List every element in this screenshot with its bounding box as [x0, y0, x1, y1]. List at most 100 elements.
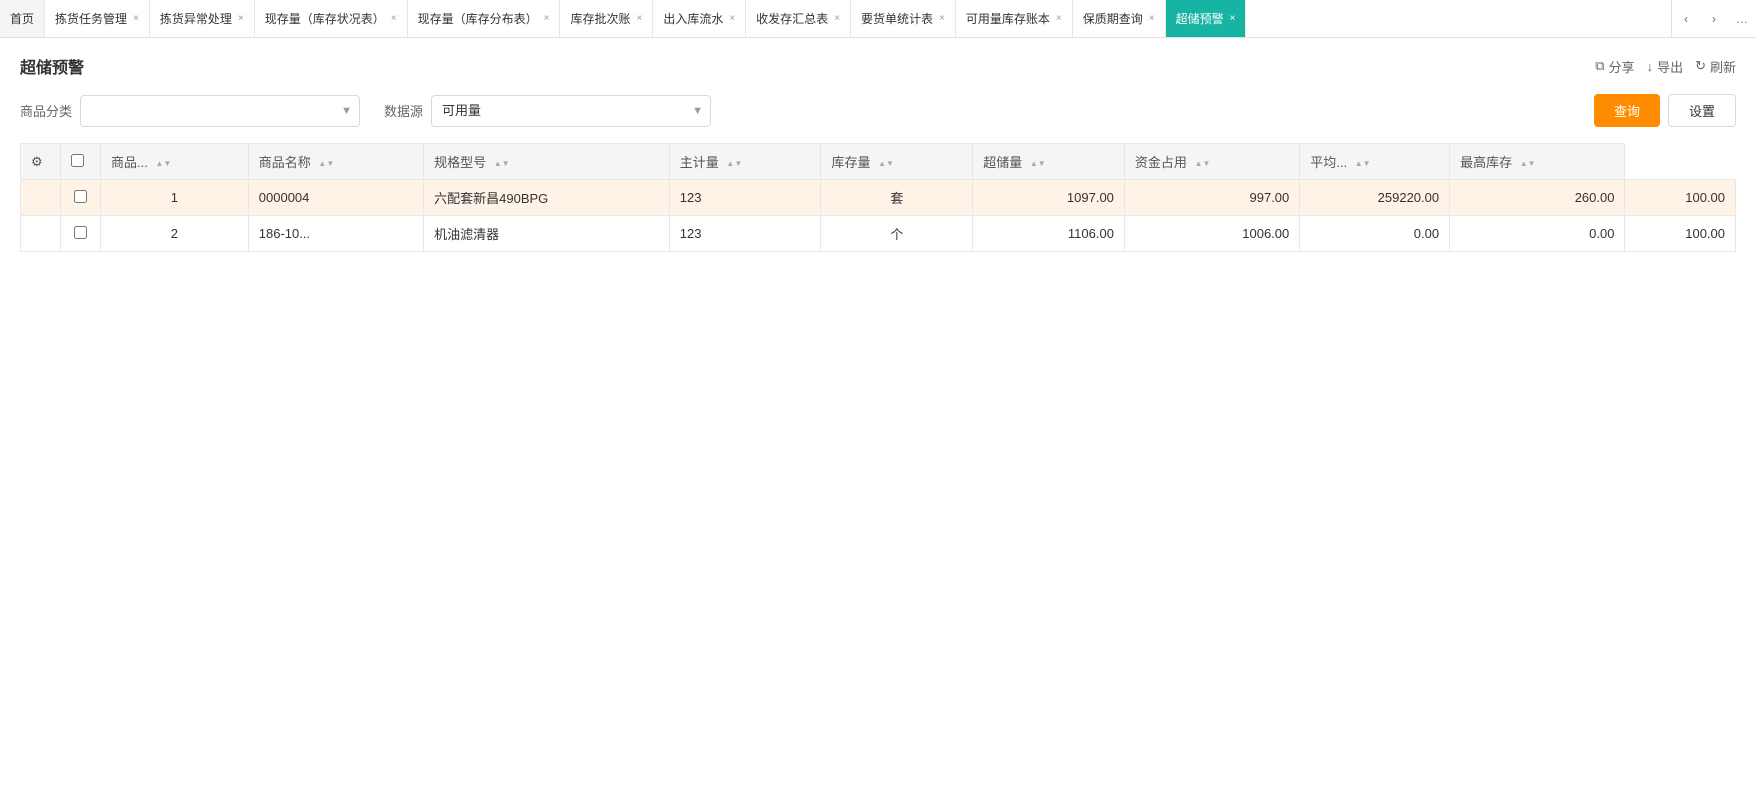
- page-header: 超储预警 ⧉ 分享 ↓ 导出 ↻ 刷新: [20, 54, 1736, 78]
- tab-recv-summary[interactable]: 收发存汇总表×: [746, 0, 851, 37]
- tab-close-quality[interactable]: ×: [1149, 13, 1155, 24]
- sort-icon-capital: ▲▼: [1195, 160, 1211, 168]
- category-label: 商品分类: [20, 101, 72, 120]
- td-num-0: 1: [101, 180, 249, 216]
- th-checkbox: [61, 144, 101, 180]
- tab-home[interactable]: 首页: [0, 0, 45, 37]
- td-capital-0: 259220.00: [1300, 180, 1450, 216]
- td-spec-1: 123: [669, 216, 821, 252]
- td-product-code-0: 0000004: [248, 180, 423, 216]
- td-spec-0: 123: [669, 180, 821, 216]
- datasource-select[interactable]: 可用量 库存量: [431, 95, 711, 127]
- th-unit: 主计量 ▲▼: [669, 144, 821, 180]
- nav-more-button[interactable]: …: [1728, 0, 1756, 37]
- th-max-stock-label: 最高库存: [1460, 155, 1512, 170]
- tab-close-order-stats[interactable]: ×: [939, 13, 945, 24]
- th-spec: 规格型号 ▲▼: [424, 144, 670, 180]
- table-row: 2186-10...机油滤清器123个1106.001006.000.000.0…: [21, 216, 1736, 252]
- sort-icon-product-name: ▲▼: [318, 160, 334, 168]
- nav-arrows: ‹ › …: [1671, 0, 1756, 37]
- export-button[interactable]: ↓ 导出: [1647, 57, 1684, 76]
- td-max-stock-0: 100.00: [1625, 180, 1736, 216]
- th-inventory: 库存量 ▲▼: [821, 144, 973, 180]
- main-content: 超储预警 ⧉ 分享 ↓ 导出 ↻ 刷新 商品分类 ▼: [0, 38, 1756, 800]
- th-gear: ⚙: [21, 144, 61, 180]
- td-unit-0: 套: [821, 180, 973, 216]
- refresh-button[interactable]: ↻ 刷新: [1695, 57, 1736, 76]
- table-header-row: ⚙ 商品... ▲▼ 商品名称 ▲▼ 规格型号 ▲▼ 主计: [21, 144, 1736, 180]
- export-icon: ↓: [1647, 59, 1654, 74]
- sort-icon-inventory: ▲▼: [878, 160, 894, 168]
- tab-batch[interactable]: 库存批次账×: [560, 0, 653, 37]
- filter-bar: 商品分类 ▼ 数据源 可用量 库存量 ▼ 查询 设置: [20, 94, 1736, 127]
- sort-icon-max-stock: ▲▼: [1520, 160, 1536, 168]
- share-button[interactable]: ⧉ 分享: [1595, 57, 1634, 76]
- tab-list: 首页拣货任务管理×拣货异常处理×现存量（库存状况表）×现存量（库存分布表）×库存…: [0, 0, 1671, 37]
- tab-close-abnormal[interactable]: ×: [238, 13, 244, 24]
- tab-quality[interactable]: 保质期查询×: [1073, 0, 1166, 37]
- share-label: 分享: [1609, 57, 1635, 76]
- row-checkbox-0[interactable]: [74, 190, 87, 203]
- td-avg-1: 0.00: [1450, 216, 1625, 252]
- tab-order-stats[interactable]: 要货单统计表×: [851, 0, 956, 37]
- tab-inventory-dist[interactable]: 现存量（库存分布表）×: [408, 0, 561, 37]
- header-actions: ⧉ 分享 ↓ 导出 ↻ 刷新: [1595, 57, 1736, 76]
- page-title: 超储预警: [20, 54, 84, 78]
- td-capital-1: 0.00: [1300, 216, 1450, 252]
- td-max-stock-1: 100.00: [1625, 216, 1736, 252]
- tab-close-inventory-status[interactable]: ×: [391, 13, 397, 24]
- tab-abnormal[interactable]: 拣货异常处理×: [150, 0, 255, 37]
- tab-close-inventory-dist[interactable]: ×: [544, 13, 550, 24]
- refresh-icon: ↻: [1695, 58, 1706, 74]
- td-checkbox-1: [61, 216, 101, 252]
- th-product-code: 商品... ▲▼: [101, 144, 249, 180]
- th-product-code-label: 商品...: [111, 155, 148, 170]
- tab-close-overstock[interactable]: ×: [1230, 13, 1236, 24]
- td-product-name-0: 六配套新昌490BPG: [424, 180, 670, 216]
- category-select[interactable]: [80, 95, 360, 127]
- nav-left-button[interactable]: ‹: [1672, 0, 1700, 37]
- refresh-label: 刷新: [1710, 57, 1736, 76]
- filter-actions: 查询 设置: [1594, 94, 1736, 127]
- td-gear-1: [21, 216, 61, 252]
- query-button[interactable]: 查询: [1594, 94, 1660, 127]
- share-icon: ⧉: [1595, 58, 1604, 74]
- tab-task-mgmt[interactable]: 拣货任务管理×: [45, 0, 150, 37]
- table-row: 10000004六配套新昌490BPG123套1097.00997.002592…: [21, 180, 1736, 216]
- select-all-checkbox[interactable]: [71, 154, 84, 167]
- tab-close-batch[interactable]: ×: [636, 13, 642, 24]
- tab-close-avail-ledger[interactable]: ×: [1056, 13, 1062, 24]
- th-capital-label: 资金占用: [1135, 155, 1187, 170]
- th-overstock: 超储量 ▲▼: [973, 144, 1125, 180]
- tab-close-inout-flow[interactable]: ×: [729, 13, 735, 24]
- th-capital: 资金占用 ▲▼: [1124, 144, 1299, 180]
- sort-icon-avg: ▲▼: [1355, 160, 1371, 168]
- td-overstock-0: 997.00: [1124, 180, 1299, 216]
- tab-close-recv-summary[interactable]: ×: [834, 13, 840, 24]
- row-checkbox-1[interactable]: [74, 226, 87, 239]
- td-inventory-1: 1106.00: [973, 216, 1125, 252]
- nav-right-button[interactable]: ›: [1700, 0, 1728, 37]
- td-product-code-1: 186-10...: [248, 216, 423, 252]
- td-num-1: 2: [101, 216, 249, 252]
- tab-inout-flow[interactable]: 出入库流水×: [653, 0, 746, 37]
- th-max-stock: 最高库存 ▲▼: [1450, 144, 1625, 180]
- tab-avail-ledger[interactable]: 可用量库存账本×: [956, 0, 1073, 37]
- tab-close-task-mgmt[interactable]: ×: [133, 13, 139, 24]
- tab-inventory-status[interactable]: 现存量（库存状况表）×: [255, 0, 408, 37]
- category-filter: 商品分类 ▼: [20, 95, 360, 127]
- th-unit-label: 主计量: [680, 155, 719, 170]
- td-overstock-1: 1006.00: [1124, 216, 1299, 252]
- datasource-label: 数据源: [384, 101, 423, 120]
- sort-icon-unit: ▲▼: [726, 160, 742, 168]
- category-select-wrapper: ▼: [80, 95, 360, 127]
- datasource-select-wrapper: 可用量 库存量 ▼: [431, 95, 711, 127]
- settings-button[interactable]: 设置: [1668, 94, 1736, 127]
- table-head: ⚙ 商品... ▲▼ 商品名称 ▲▼ 规格型号 ▲▼ 主计: [21, 144, 1736, 180]
- tab-overstock[interactable]: 超储预警×: [1166, 0, 1247, 37]
- th-inventory-label: 库存量: [831, 155, 870, 170]
- sort-icon-spec: ▲▼: [494, 160, 510, 168]
- td-inventory-0: 1097.00: [973, 180, 1125, 216]
- td-gear-0: [21, 180, 61, 216]
- td-unit-1: 个: [821, 216, 973, 252]
